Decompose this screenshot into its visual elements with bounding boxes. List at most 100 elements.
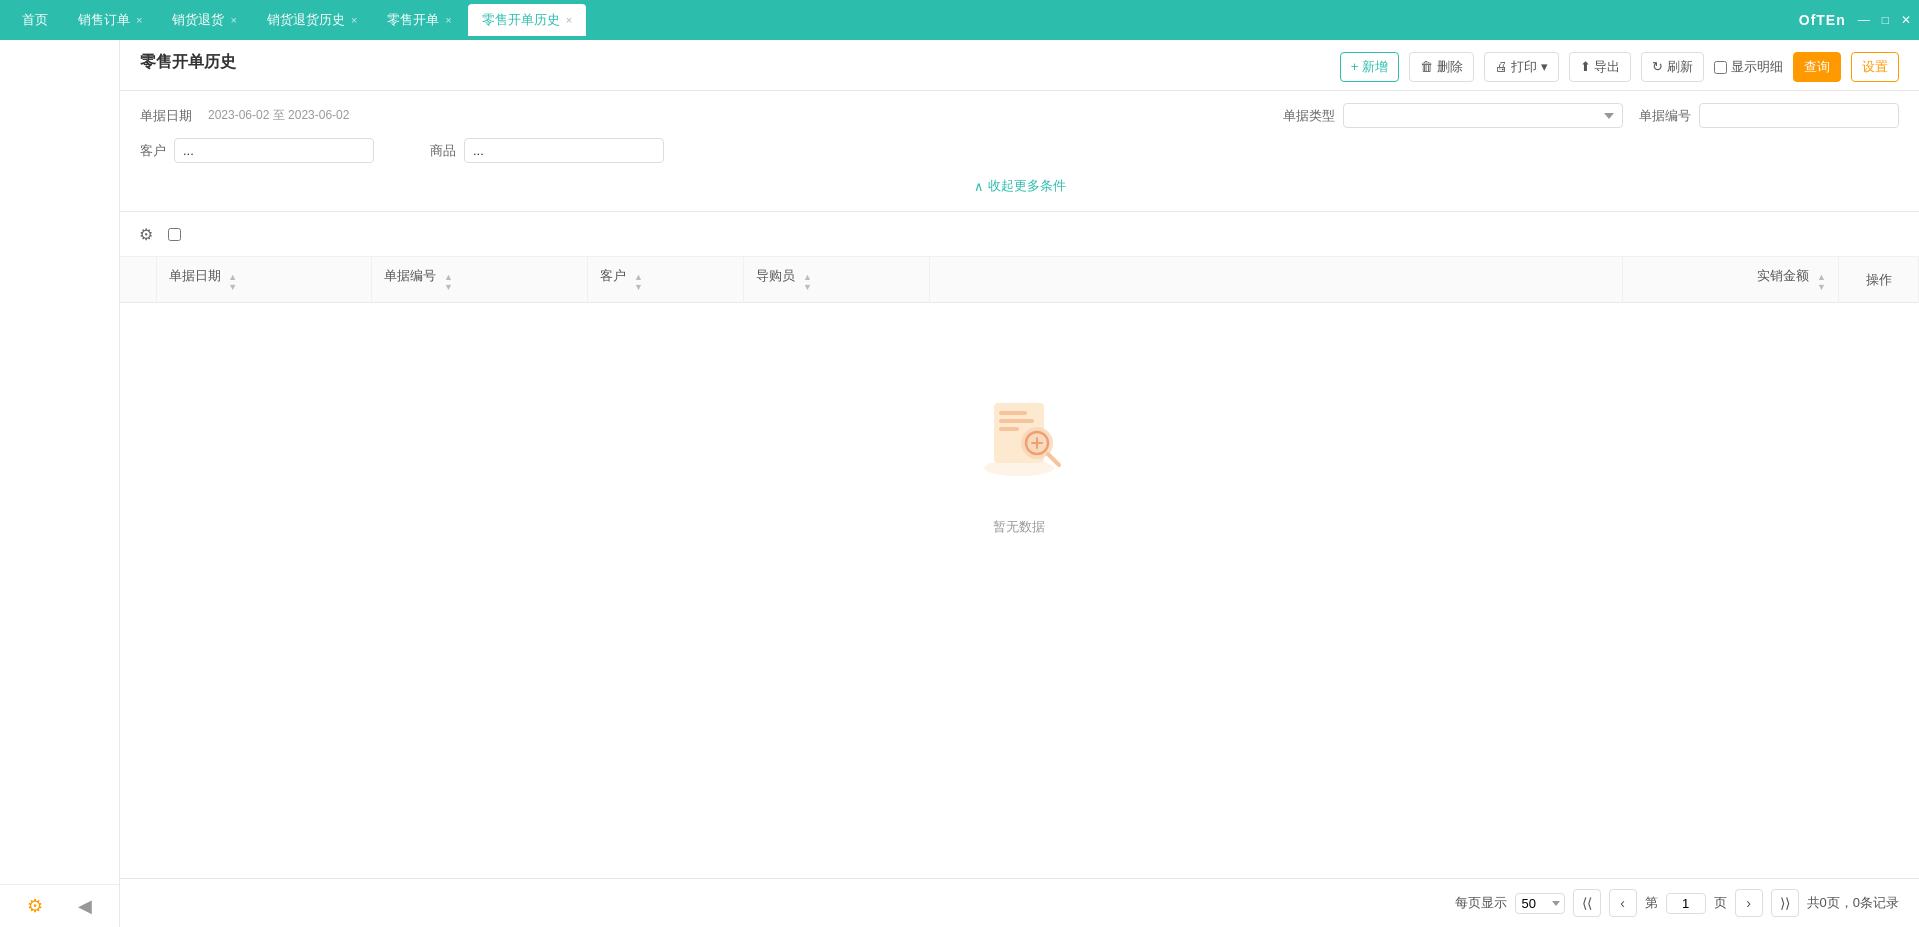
th-amount[interactable]: 实销金额 ▲▼ [1622,257,1838,303]
filter-customer-input[interactable] [174,138,374,163]
nav-tab-retail-open[interactable]: 零售开单× [373,4,465,36]
tab-close-retail-open[interactable]: × [445,14,451,26]
tab-close-sales-return[interactable]: × [230,14,236,26]
filter-customer-label: 客户 [140,142,166,160]
table-body: 暂无数据 [120,303,1919,617]
th-spacer [930,257,1623,303]
window-close[interactable]: ✕ [1901,13,1911,27]
window-maximize[interactable]: □ [1882,13,1889,27]
per-page-label: 每页显示 [1455,894,1507,912]
filter-date-label: 单据日期 [140,107,192,125]
nav-tab-sales-return[interactable]: 销货退货 × [158,4,250,36]
toolbar: + 新增 🗑 删除 🖨 打印 ▾ ⬆ 导出 ↻ 刷新 显示明细 查询 设置 [1340,52,1899,90]
filter-product-item: 商品 [430,138,664,163]
table-header-row: 单据日期 ▲▼ 单据编号 ▲▼ 客户 ▲▼ 导购员 [120,257,1919,303]
th-salesperson[interactable]: 导购员 ▲▼ [744,257,930,303]
page-title: 零售开单历史 [140,52,236,85]
filter-type-label: 单据类型 [1283,107,1335,125]
svg-rect-2 [999,411,1027,415]
filter-number-input[interactable] [1699,103,1899,128]
tab-close-sales-return-history[interactable]: × [351,14,357,26]
query-button[interactable]: 查询 [1793,52,1841,82]
nav-tab-sales-return-history[interactable]: 销货退货历史 × [253,4,371,36]
nav-tab-retail-history[interactable]: 零售开单历史 × [468,4,586,36]
tab-label-sales-return: 销货退货 [172,11,224,29]
filter-number-item: 单据编号 [1639,103,1899,128]
export-button[interactable]: ⬆ 导出 [1569,52,1632,82]
sort-icon-number: ▲▼ [444,272,453,292]
brand-name: OfTEn [1799,12,1846,28]
filter-row-2: 客户 商品 [140,138,1899,163]
data-table: 单据日期 ▲▼ 单据编号 ▲▼ 客户 ▲▼ 导购员 [120,257,1919,616]
tab-label-sales-order: 销售订单 [78,11,130,29]
nav-tab-sales-order[interactable]: 销售订单 × [64,4,156,36]
empty-row: 暂无数据 [120,303,1919,617]
tab-label-home: 首页 [22,11,48,29]
tab-label-retail-history: 零售开单历史 [482,11,560,29]
window-minimize[interactable]: — [1858,13,1870,27]
table-area: ⚙ 单据日期 ▲▼ 单据编号 ▲▼ [120,212,1919,878]
pagination: 每页显示 50 20 100 200 ⟨⟨ ‹ 第 页 › ⟩⟩ 共0页，0条记… [120,878,1919,927]
collapse-label: 收起更多条件 [988,177,1066,195]
sort-icon-salesperson: ▲▼ [803,272,812,292]
top-nav-bar: 首页销售订单×销货退货×销货退货历史×零售开单×零售开单历史× OfTEn — … [0,0,1919,40]
th-date[interactable]: 单据日期 ▲▼ [156,257,372,303]
tab-label-sales-return-history: 销货退货历史 [267,11,345,29]
filter-customer-item: 客户 [140,138,374,163]
th-customer-label: 客户 [600,268,626,283]
display-detail-checkbox[interactable] [1714,61,1727,74]
top-nav-right: OfTEn — □ ✕ [1799,12,1911,28]
filter-collapse-btn[interactable]: ∧ 收起更多条件 [140,173,1899,199]
prev-page-btn[interactable]: ‹ [1609,889,1637,917]
refresh-button[interactable]: ↻ 刷新 [1641,52,1704,82]
tab-close-sales-order[interactable]: × [136,14,142,26]
filter-type-item: 单据类型 [1283,103,1623,128]
display-detail-label[interactable]: 显示明细 [1714,58,1783,76]
main-layout: ⚙ ◀ 零售开单历史 + 新增 🗑 删除 🖨 打印 ▾ ⬆ 导出 ↻ 刷新 显示… [0,40,1919,927]
th-ops: 操作 [1839,257,1919,303]
filter-settings-button[interactable]: 设置 [1851,52,1899,82]
filter-number-label: 单据编号 [1639,107,1691,125]
page-label-after: 页 [1714,894,1727,912]
select-all-checkbox[interactable] [168,228,181,241]
add-button[interactable]: + 新增 [1340,52,1399,82]
filter-date-range: 2023-06-02 至 2023-06-02 [208,107,349,124]
filter-product-input[interactable] [464,138,664,163]
empty-cell: 暂无数据 [120,303,1919,617]
svg-rect-4 [999,427,1019,431]
nav-tabs: 首页销售订单×销货退货×销货退货历史×零售开单×零售开单历史× [8,4,1799,36]
print-button[interactable]: 🖨 打印 ▾ [1484,52,1559,82]
last-page-btn[interactable]: ⟩⟩ [1771,889,1799,917]
settings-icon[interactable]: ⚙ [27,895,43,917]
sidebar-items-container [0,40,119,884]
filter-product-label: 商品 [430,142,456,160]
filter-date-item: 单据日期 2023-06-02 至 2023-06-02 [140,107,349,125]
tab-close-retail-history[interactable]: × [566,14,572,26]
per-page-select[interactable]: 50 20 100 200 [1515,893,1565,914]
page-input[interactable] [1666,893,1706,914]
th-customer[interactable]: 客户 ▲▼ [588,257,744,303]
column-settings-btn[interactable]: ⚙ [132,220,160,248]
delete-button[interactable]: 🗑 删除 [1409,52,1474,82]
th-number-label: 单据编号 [384,268,436,283]
empty-svg [969,383,1069,483]
th-salesperson-label: 导购员 [756,268,795,283]
next-page-btn[interactable]: › [1735,889,1763,917]
collapse-icon: ∧ [974,179,984,194]
filter-row-1: 单据日期 2023-06-02 至 2023-06-02 单据类型 单据编号 [140,103,1899,128]
filter-area: 单据日期 2023-06-02 至 2023-06-02 单据类型 单据编号 [120,91,1919,212]
filter-type-select[interactable] [1343,103,1623,128]
svg-line-6 [1048,454,1059,465]
empty-text: 暂无数据 [993,518,1045,536]
th-number[interactable]: 单据编号 ▲▼ [372,257,588,303]
collapse-icon[interactable]: ◀ [78,895,92,917]
th-checkbox [120,257,156,303]
sort-icon-customer: ▲▼ [634,272,643,292]
first-page-btn[interactable]: ⟨⟨ [1573,889,1601,917]
total-info: 共0页，0条记录 [1807,894,1899,912]
th-ops-label: 操作 [1866,272,1892,287]
empty-state: 暂无数据 [120,303,1919,616]
th-date-label: 单据日期 [169,268,221,283]
nav-tab-home[interactable]: 首页 [8,4,62,36]
display-detail-text: 显示明细 [1731,58,1783,76]
